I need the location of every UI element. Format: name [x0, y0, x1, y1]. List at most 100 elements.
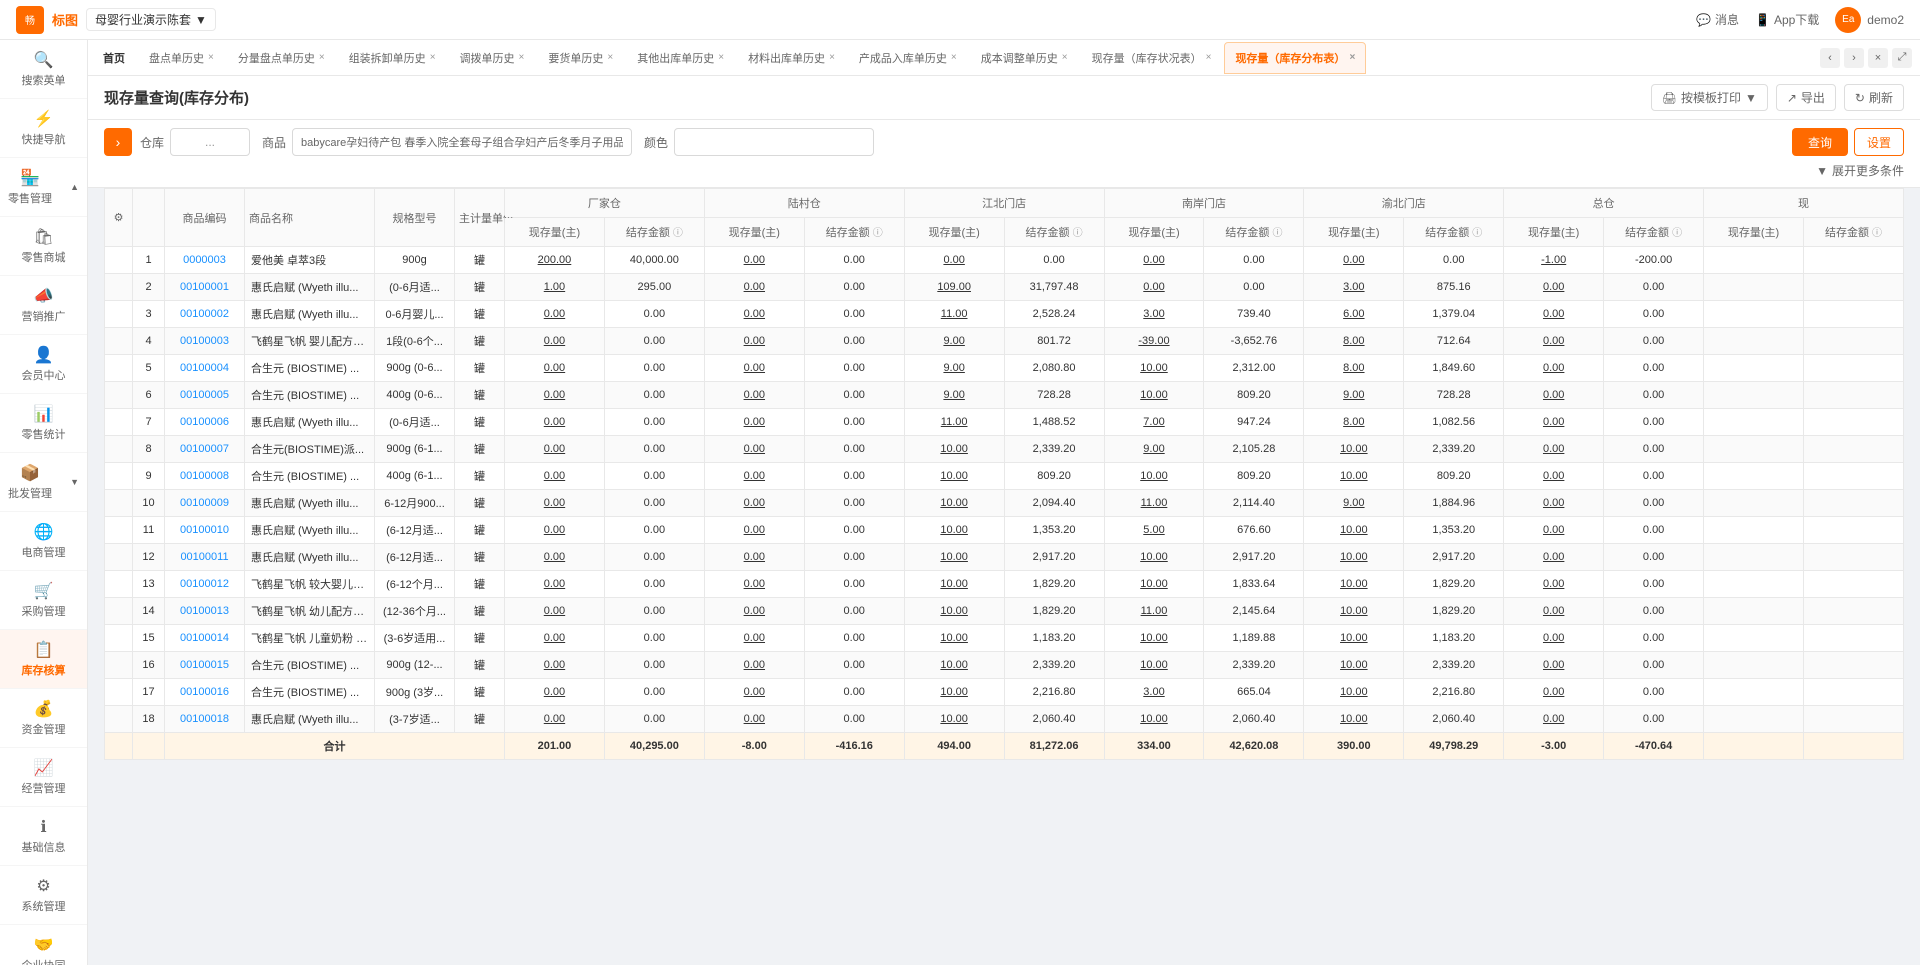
- row-jb-qty[interactable]: 109.00: [904, 274, 1004, 301]
- row-yb-qty[interactable]: 3.00: [1304, 274, 1404, 301]
- row-yb-qty[interactable]: 10.00: [1304, 598, 1404, 625]
- row-fc-qty[interactable]: 200.00: [505, 247, 605, 274]
- row-fc-qty[interactable]: 0.00: [505, 436, 605, 463]
- row-fc-qty[interactable]: 0.00: [505, 598, 605, 625]
- company-selector[interactable]: 母婴行业演示陈套 ▼: [86, 8, 216, 31]
- row-yb-qty[interactable]: 9.00: [1304, 490, 1404, 517]
- row-yb-qty[interactable]: 8.00: [1304, 355, 1404, 382]
- row-jb-qty[interactable]: 9.00: [904, 382, 1004, 409]
- row-jb-qty[interactable]: 10.00: [904, 571, 1004, 598]
- row-na-qty[interactable]: 11.00: [1104, 598, 1204, 625]
- row-yb-qty[interactable]: 10.00: [1304, 517, 1404, 544]
- row-yb-qty[interactable]: 8.00: [1304, 328, 1404, 355]
- row-yb-qty[interactable]: 10.00: [1304, 436, 1404, 463]
- set-btn[interactable]: 设置: [1854, 128, 1904, 156]
- row-yb-qty[interactable]: 10.00: [1304, 544, 1404, 571]
- tab-close-all-btn[interactable]: ×: [1868, 48, 1888, 68]
- row-lc-qty[interactable]: 0.00: [704, 652, 804, 679]
- tab-stock-status[interactable]: 现存量（库存状况表） ×: [1081, 42, 1223, 74]
- sidebar-item-ecommerce[interactable]: 🌐 电商管理: [0, 512, 87, 571]
- tab-material-out-history[interactable]: 材料出库单历史 ×: [737, 42, 846, 74]
- row-lc-qty[interactable]: 0.00: [704, 517, 804, 544]
- sidebar-item-wholesale-mgmt[interactable]: 📦 批发管理 ▼: [0, 453, 87, 512]
- row-lc-qty[interactable]: 0.00: [704, 544, 804, 571]
- row-na-qty[interactable]: 5.00: [1104, 517, 1204, 544]
- row-lc-qty[interactable]: 0.00: [704, 625, 804, 652]
- row-fc-qty[interactable]: 0.00: [505, 706, 605, 733]
- row-jb-qty[interactable]: 10.00: [904, 544, 1004, 571]
- sidebar-item-retail-shop[interactable]: 🛍 零售商城: [0, 217, 87, 276]
- sidebar-item-quick-nav[interactable]: ⚡ 快捷导航: [0, 99, 87, 158]
- user-area[interactable]: Ea demo2: [1835, 7, 1904, 33]
- row-jb-qty[interactable]: 10.00: [904, 679, 1004, 706]
- row-na-qty[interactable]: 0.00: [1104, 247, 1204, 274]
- row-total-qty[interactable]: 0.00: [1504, 490, 1604, 517]
- row-yb-qty[interactable]: 10.00: [1304, 463, 1404, 490]
- tab-close-icon[interactable]: ×: [951, 52, 957, 63]
- sidebar-item-enterprise-collab[interactable]: 🤝 企业协同: [0, 925, 87, 965]
- row-yb-qty[interactable]: 10.00: [1304, 652, 1404, 679]
- export-btn[interactable]: ↗ 导出: [1776, 84, 1836, 111]
- row-na-qty[interactable]: 10.00: [1104, 355, 1204, 382]
- row-na-qty[interactable]: 10.00: [1104, 463, 1204, 490]
- tab-stock-dist[interactable]: 现存量（库存分布表） ×: [1224, 42, 1366, 74]
- tab-order-history[interactable]: 要货单历史 ×: [537, 42, 624, 74]
- row-total-qty[interactable]: 0.00: [1504, 382, 1604, 409]
- row-total-qty[interactable]: 0.00: [1504, 625, 1604, 652]
- warehouse-input[interactable]: [170, 128, 250, 156]
- tab-close-icon[interactable]: ×: [208, 52, 214, 63]
- row-na-qty[interactable]: 10.00: [1104, 652, 1204, 679]
- row-total-qty[interactable]: 0.00: [1504, 517, 1604, 544]
- row-yb-qty[interactable]: 0.00: [1304, 247, 1404, 274]
- row-jb-qty[interactable]: 10.00: [904, 652, 1004, 679]
- row-total-qty[interactable]: 0.00: [1504, 463, 1604, 490]
- row-fc-qty[interactable]: 0.00: [505, 463, 605, 490]
- tab-product-in-history[interactable]: 产成品入库单历史 ×: [848, 42, 968, 74]
- tab-stock-list-history[interactable]: 盘点单历史 ×: [138, 42, 225, 74]
- print-btn[interactable]: 🖨 按模板打印 ▼: [1651, 84, 1768, 111]
- row-lc-qty[interactable]: 0.00: [704, 328, 804, 355]
- row-jb-qty[interactable]: 10.00: [904, 517, 1004, 544]
- row-na-qty[interactable]: 11.00: [1104, 490, 1204, 517]
- row-fc-qty[interactable]: 0.00: [505, 544, 605, 571]
- row-total-qty[interactable]: 0.00: [1504, 355, 1604, 382]
- tab-close-icon[interactable]: ×: [718, 52, 724, 63]
- sidebar-item-search-hero[interactable]: 🔍 搜索英单: [0, 40, 87, 99]
- tab-close-icon[interactable]: ×: [430, 52, 436, 63]
- row-na-qty[interactable]: 3.00: [1104, 679, 1204, 706]
- tab-next-btn[interactable]: ›: [1844, 48, 1864, 68]
- row-lc-qty[interactable]: 0.00: [704, 679, 804, 706]
- row-yb-qty[interactable]: 10.00: [1304, 625, 1404, 652]
- row-jb-qty[interactable]: 10.00: [904, 436, 1004, 463]
- row-yb-qty[interactable]: 9.00: [1304, 382, 1404, 409]
- row-jb-qty[interactable]: 11.00: [904, 409, 1004, 436]
- row-na-qty[interactable]: 9.00: [1104, 436, 1204, 463]
- row-fc-qty[interactable]: 1.00: [505, 274, 605, 301]
- row-total-qty[interactable]: 0.00: [1504, 328, 1604, 355]
- expand-btn[interactable]: ›: [104, 128, 132, 156]
- row-jb-qty[interactable]: 0.00: [904, 247, 1004, 274]
- row-total-qty[interactable]: 0.00: [1504, 409, 1604, 436]
- tab-close-icon[interactable]: ×: [829, 52, 835, 63]
- row-lc-qty[interactable]: 0.00: [704, 301, 804, 328]
- tab-close-icon[interactable]: ×: [607, 52, 613, 63]
- row-yb-qty[interactable]: 8.00: [1304, 409, 1404, 436]
- row-jb-qty[interactable]: 10.00: [904, 598, 1004, 625]
- row-fc-qty[interactable]: 0.00: [505, 301, 605, 328]
- tab-other-out-history[interactable]: 其他出库单历史 ×: [626, 42, 735, 74]
- row-na-qty[interactable]: 3.00: [1104, 301, 1204, 328]
- sidebar-item-system[interactable]: ⚙ 系统管理: [0, 866, 87, 925]
- tab-prev-btn[interactable]: ‹: [1820, 48, 1840, 68]
- row-total-qty[interactable]: 0.00: [1504, 301, 1604, 328]
- row-na-qty[interactable]: 10.00: [1104, 706, 1204, 733]
- row-jb-qty[interactable]: 9.00: [904, 328, 1004, 355]
- row-lc-qty[interactable]: 0.00: [704, 706, 804, 733]
- tab-home[interactable]: 首页: [92, 42, 136, 74]
- row-yb-qty[interactable]: 6.00: [1304, 301, 1404, 328]
- row-na-qty[interactable]: 10.00: [1104, 382, 1204, 409]
- row-yb-qty[interactable]: 10.00: [1304, 706, 1404, 733]
- row-fc-qty[interactable]: 0.00: [505, 517, 605, 544]
- sidebar-item-finance[interactable]: 💰 资金管理: [0, 689, 87, 748]
- row-total-qty[interactable]: 0.00: [1504, 544, 1604, 571]
- refresh-btn[interactable]: ↻ 刷新: [1844, 84, 1904, 111]
